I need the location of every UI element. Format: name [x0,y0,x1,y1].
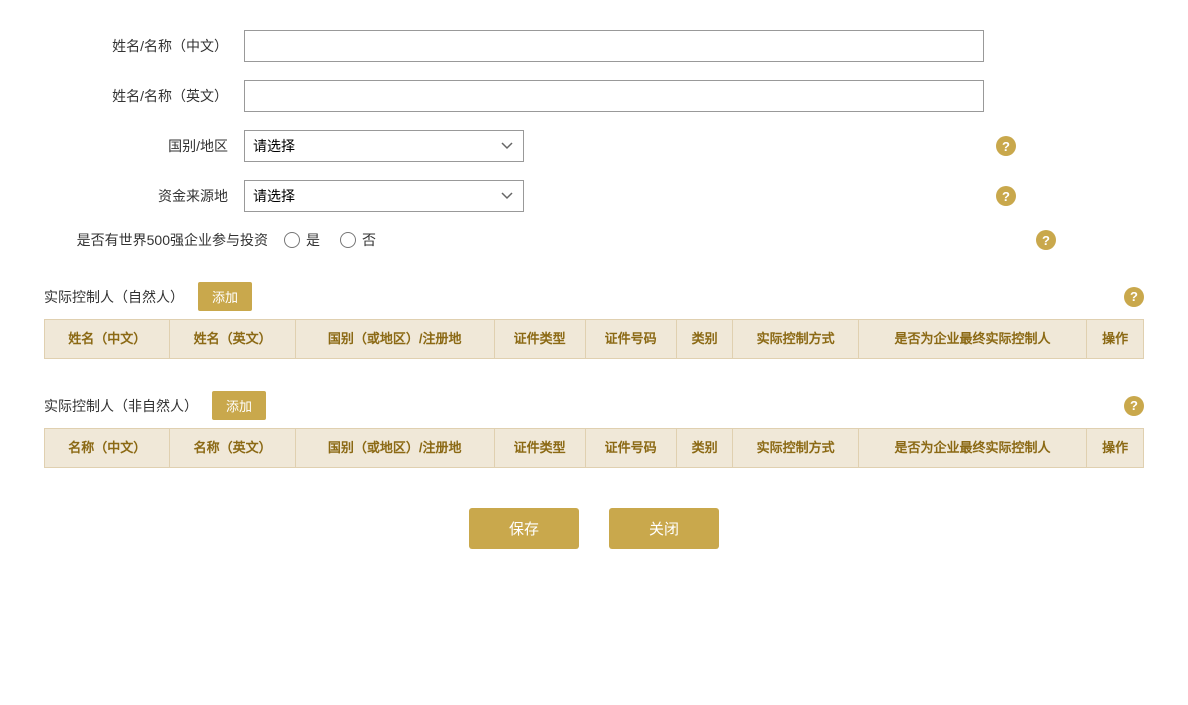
natural-col-name-en: 姓名（英文） [170,320,295,359]
fortune500-no-radio[interactable] [340,232,356,248]
fortune500-row: 是否有世界500强企业参与投资 是 否 ? [44,230,1144,250]
name-cn-label: 姓名/名称（中文） [44,36,244,56]
fund-source-select[interactable]: 请选择 [244,180,524,212]
non-natural-table-wrapper: 名称（中文） 名称（英文） 国别（或地区）/注册地 证件类型 证件号码 类别 实… [44,428,1144,468]
fund-source-label: 资金来源地 [44,186,244,206]
non-natural-section-header: 实际控制人（非自然人） 添加 ? [44,383,1144,428]
fortune500-no-option[interactable]: 否 [340,230,376,250]
natural-person-table-wrapper: 姓名（中文） 姓名（英文） 国别（或地区）/注册地 证件类型 证件号码 类别 实… [44,319,1144,359]
natural-person-section-header: 实际控制人（自然人） 添加 ? [44,274,1144,319]
fund-source-help-icon[interactable]: ? [996,186,1016,206]
fund-source-control: 请选择 [244,180,984,212]
natural-col-name-cn: 姓名（中文） [45,320,170,359]
country-select[interactable]: 请选择 [244,130,524,162]
natural-section-help-icon[interactable]: ? [1124,287,1144,307]
close-button[interactable]: 关闭 [609,508,719,549]
natural-col-country: 国别（或地区）/注册地 [295,320,494,359]
natural-section-left: 实际控制人（自然人） 添加 [44,282,252,311]
bottom-buttons: 保存 关闭 [44,508,1144,569]
natural-section-title: 实际控制人（自然人） [44,287,184,307]
country-label: 国别/地区 [44,136,244,156]
name-cn-input[interactable] [244,30,984,62]
name-en-row: 姓名/名称（英文） [44,80,1144,112]
fund-source-row: 资金来源地 请选择 ? [44,180,1144,212]
fortune500-radio-group: 是 否 [284,230,1024,250]
non-natural-col-name-en: 名称（英文） [170,429,295,468]
natural-col-control-method: 实际控制方式 [733,320,858,359]
main-container: 姓名/名称（中文） 姓名/名称（英文） 国别/地区 请选择 ? 资金来源地 请选… [44,30,1144,569]
country-control: 请选择 [244,130,984,162]
non-natural-table-header-row: 名称（中文） 名称（英文） 国别（或地区）/注册地 证件类型 证件号码 类别 实… [45,429,1144,468]
fortune500-help-icon[interactable]: ? [1036,230,1056,250]
country-row: 国别/地区 请选择 ? [44,130,1144,162]
natural-col-cert-type: 证件类型 [494,320,585,359]
fortune500-control: 是 否 [284,230,1024,250]
fortune500-label: 是否有世界500强企业参与投资 [44,230,284,250]
natural-col-is-final: 是否为企业最终实际控制人 [858,320,1086,359]
name-en-control [244,80,984,112]
country-help-icon[interactable]: ? [996,136,1016,156]
fortune500-yes-option[interactable]: 是 [284,230,320,250]
non-natural-section-left: 实际控制人（非自然人） 添加 [44,391,266,420]
fortune500-no-label: 否 [362,230,376,250]
fortune500-yes-radio[interactable] [284,232,300,248]
name-en-input[interactable] [244,80,984,112]
name-en-label: 姓名/名称（英文） [44,86,244,106]
non-natural-col-action: 操作 [1087,429,1144,468]
non-natural-section-help-icon[interactable]: ? [1124,396,1144,416]
natural-person-table: 姓名（中文） 姓名（英文） 国别（或地区）/注册地 证件类型 证件号码 类别 实… [44,319,1144,359]
natural-col-category: 类别 [676,320,733,359]
natural-table-header-row: 姓名（中文） 姓名（英文） 国别（或地区）/注册地 证件类型 证件号码 类别 实… [45,320,1144,359]
natural-add-button[interactable]: 添加 [198,282,252,311]
non-natural-col-cert-type: 证件类型 [494,429,585,468]
non-natural-add-button[interactable]: 添加 [212,391,266,420]
non-natural-col-cert-no: 证件号码 [585,429,676,468]
name-cn-row: 姓名/名称（中文） [44,30,1144,62]
natural-col-action: 操作 [1087,320,1144,359]
non-natural-col-is-final: 是否为企业最终实际控制人 [858,429,1086,468]
non-natural-table: 名称（中文） 名称（英文） 国别（或地区）/注册地 证件类型 证件号码 类别 实… [44,428,1144,468]
natural-col-cert-no: 证件号码 [585,320,676,359]
non-natural-col-category: 类别 [676,429,733,468]
save-button[interactable]: 保存 [469,508,579,549]
name-cn-control [244,30,984,62]
non-natural-col-country: 国别（或地区）/注册地 [295,429,494,468]
non-natural-col-name-cn: 名称（中文） [45,429,170,468]
non-natural-section-title: 实际控制人（非自然人） [44,396,198,416]
non-natural-col-control-method: 实际控制方式 [733,429,858,468]
fortune500-yes-label: 是 [306,230,320,250]
